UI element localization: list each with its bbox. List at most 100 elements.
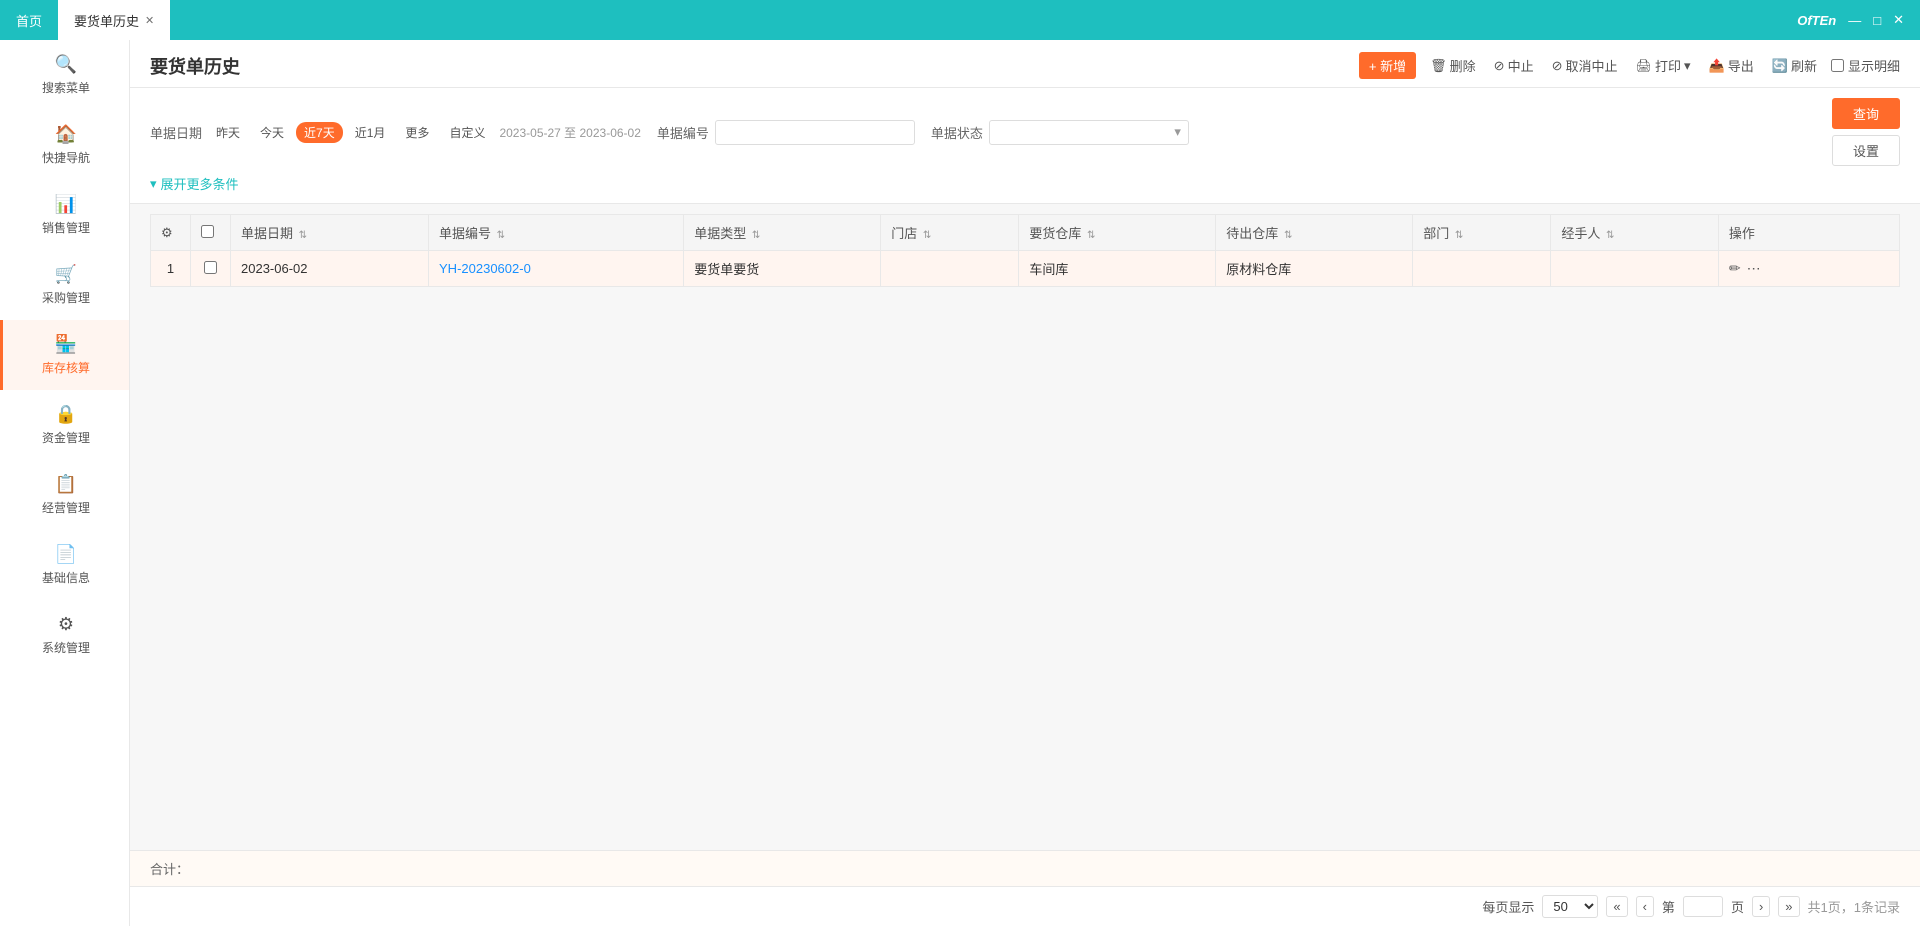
export-button[interactable]: 📤 导出 (1705, 54, 1758, 77)
cell-order-no[interactable]: YH-20230602-0 (429, 251, 684, 287)
th-date[interactable]: 单据日期 ⇅ (231, 215, 429, 251)
th-checkbox (191, 215, 231, 251)
inventory-icon: 🏪 (55, 334, 77, 355)
sort-store-icon: ⇅ (923, 230, 931, 241)
first-page-btn[interactable]: « (1606, 896, 1627, 917)
tab-requisition-history[interactable]: 要货单历史 ✕ (58, 0, 170, 40)
settings-col-icon: ⚙ (161, 225, 173, 240)
refresh-button[interactable]: 🔄 刷新 (1768, 54, 1821, 77)
show-detail-toggle[interactable]: 显示明细 (1831, 56, 1900, 75)
sidebar-label-quick-nav: 快捷导航 (42, 149, 90, 166)
brand-label: OfTEn (1797, 13, 1836, 28)
date-pill-more[interactable]: 更多 (397, 122, 437, 143)
show-detail-text: 显示明细 (1848, 56, 1900, 75)
prev-page-btn[interactable]: ‹ (1636, 896, 1654, 917)
filter-bar: 单据日期 昨天 今天 近7天 近1月 更多 自定义 2023-05-27 至 2… (130, 88, 1920, 204)
top-bar-right: OfTEn — □ ✕ (1797, 12, 1920, 28)
sidebar-item-sys-mgmt[interactable]: ⚙ 系统管理 (0, 600, 129, 670)
table-row: 1 2023-06-02 YH-20230602-0 要货单要货 车间库 原材料… (151, 251, 1900, 287)
th-store[interactable]: 门店 ⇅ (881, 215, 1019, 251)
sort-date-icon: ⇅ (299, 230, 307, 241)
date-pill-last-month[interactable]: 近1月 (347, 122, 394, 143)
row-checkbox[interactable] (204, 261, 217, 274)
th-dept[interactable]: 部门 ⇅ (1413, 215, 1551, 251)
th-handler[interactable]: 经手人 ⇅ (1551, 215, 1719, 251)
last-page-btn[interactable]: » (1778, 896, 1799, 917)
date-pill-last7[interactable]: 近7天 (296, 122, 343, 143)
refresh-label: 刷新 (1791, 56, 1817, 75)
th-settings[interactable]: ⚙ (151, 215, 191, 251)
row-edit-btn[interactable]: ✏ (1729, 260, 1741, 277)
cell-date: 2023-06-02 (231, 251, 429, 287)
data-table: ⚙ 单据日期 ⇅ 单据编号 ⇅ (150, 214, 1900, 287)
status-label: 单据状态 (931, 123, 983, 142)
minimize-icon[interactable]: — (1848, 13, 1861, 28)
page-input[interactable]: 1 (1683, 896, 1723, 917)
settings-button[interactable]: 设置 (1832, 135, 1900, 166)
maximize-icon[interactable]: □ (1873, 13, 1881, 28)
sidebar-label-sales-mgmt: 销售管理 (42, 219, 90, 236)
show-detail-checkbox[interactable] (1831, 59, 1844, 72)
sidebar-item-finance-mgmt[interactable]: 🔒 资金管理 (0, 390, 129, 460)
summary-label: 合计： (150, 862, 189, 877)
stop-button[interactable]: ⊘ 中止 (1490, 54, 1538, 77)
sidebar-item-purchase-mgmt[interactable]: 🛒 采购管理 (0, 250, 129, 320)
th-pending-warehouse[interactable]: 待出仓库 ⇅ (1216, 215, 1413, 251)
sort-pending-warehouse-icon: ⇅ (1284, 230, 1292, 241)
cell-ops: ✏ ⋯ (1718, 251, 1899, 287)
order-no-input[interactable] (715, 120, 915, 145)
th-order-no[interactable]: 单据编号 ⇅ (429, 215, 684, 251)
sidebar-item-search-menu[interactable]: 🔍 搜索菜单 (0, 40, 129, 110)
page-header: 要货单历史 + 新增 🗑 删除 ⊘ 中止 ⊘ 取消中止 🖨 打印 (130, 40, 1920, 88)
date-pill-custom[interactable]: 自定义 (441, 122, 493, 143)
sidebar-label-inventory: 库存核算 (42, 359, 90, 376)
tab-close-icon[interactable]: ✕ (145, 14, 154, 27)
total-info: 共1页，1条记录 (1808, 897, 1900, 916)
top-bar: 首页 要货单历史 ✕ OfTEn — □ ✕ (0, 0, 1920, 40)
sidebar-item-quick-nav[interactable]: 🏠 快捷导航 (0, 110, 129, 180)
sidebar: 🔍 搜索菜单 🏠 快捷导航 📊 销售管理 🛒 采购管理 🏪 库存核算 🔒 资金管… (0, 40, 130, 926)
sidebar-label-sys-mgmt: 系统管理 (42, 639, 90, 656)
print-button[interactable]: 🖨 打印 ▾ (1632, 54, 1695, 77)
order-no-link[interactable]: YH-20230602-0 (439, 261, 531, 276)
th-order-type[interactable]: 单据类型 ⇅ (684, 215, 881, 251)
tab-home[interactable]: 首页 (0, 0, 58, 40)
sys-mgmt-icon: ⚙ (58, 614, 74, 635)
sort-dept-icon: ⇅ (1455, 230, 1463, 241)
sidebar-item-inventory[interactable]: 🏪 库存核算 (0, 320, 129, 390)
date-pill-today[interactable]: 今天 (252, 122, 292, 143)
sort-order-type-icon: ⇅ (752, 230, 760, 241)
sidebar-item-sales-mgmt[interactable]: 📊 销售管理 (0, 180, 129, 250)
th-ops: 操作 (1718, 215, 1899, 251)
sort-handler-icon: ⇅ (1606, 230, 1614, 241)
query-button[interactable]: 查询 (1832, 98, 1900, 129)
table-container: ⚙ 单据日期 ⇅ 单据编号 ⇅ (130, 204, 1920, 850)
refresh-icon: 🔄 (1772, 58, 1788, 74)
expand-more-btn[interactable]: ▾ 展开更多条件 (150, 174, 1900, 193)
sort-req-warehouse-icon: ⇅ (1087, 230, 1095, 241)
per-page-select[interactable]: 50 10 20 100 (1542, 895, 1598, 918)
cancel-stop-button[interactable]: ⊘ 取消中止 (1548, 54, 1622, 77)
next-page-btn[interactable]: › (1752, 896, 1770, 917)
close-icon[interactable]: ✕ (1893, 12, 1904, 28)
cell-store (881, 251, 1019, 287)
toolbar: + 新增 🗑 删除 ⊘ 中止 ⊘ 取消中止 🖨 打印 ▾ (1359, 52, 1900, 79)
sidebar-item-basic-info[interactable]: 📄 基础信息 (0, 530, 129, 600)
main-layout: 🔍 搜索菜单 🏠 快捷导航 📊 销售管理 🛒 采购管理 🏪 库存核算 🔒 资金管… (0, 40, 1920, 926)
cell-req-warehouse: 车间库 (1019, 251, 1216, 287)
table-body: 1 2023-06-02 YH-20230602-0 要货单要货 车间库 原材料… (151, 251, 1900, 287)
row-more-btn[interactable]: ⋯ (1747, 260, 1761, 277)
cell-index: 1 (151, 251, 191, 287)
delete-button[interactable]: 🗑 删除 (1426, 54, 1480, 77)
print-label: 打印 (1655, 56, 1681, 75)
sidebar-item-ops-mgmt[interactable]: 📋 经营管理 (0, 460, 129, 530)
th-req-warehouse[interactable]: 要货仓库 ⇅ (1019, 215, 1216, 251)
order-no-label: 单据编号 (657, 123, 709, 142)
date-pill-yesterday[interactable]: 昨天 (208, 122, 248, 143)
pagination-bar: 每页显示 50 10 20 100 « ‹ 第 1 页 › » 共1页，1条记录 (130, 886, 1920, 926)
status-select[interactable] (989, 120, 1189, 145)
cell-checkbox[interactable] (191, 251, 231, 287)
select-all-checkbox[interactable] (201, 225, 214, 238)
new-button[interactable]: + 新增 (1359, 52, 1416, 79)
cell-order-type: 要货单要货 (684, 251, 881, 287)
